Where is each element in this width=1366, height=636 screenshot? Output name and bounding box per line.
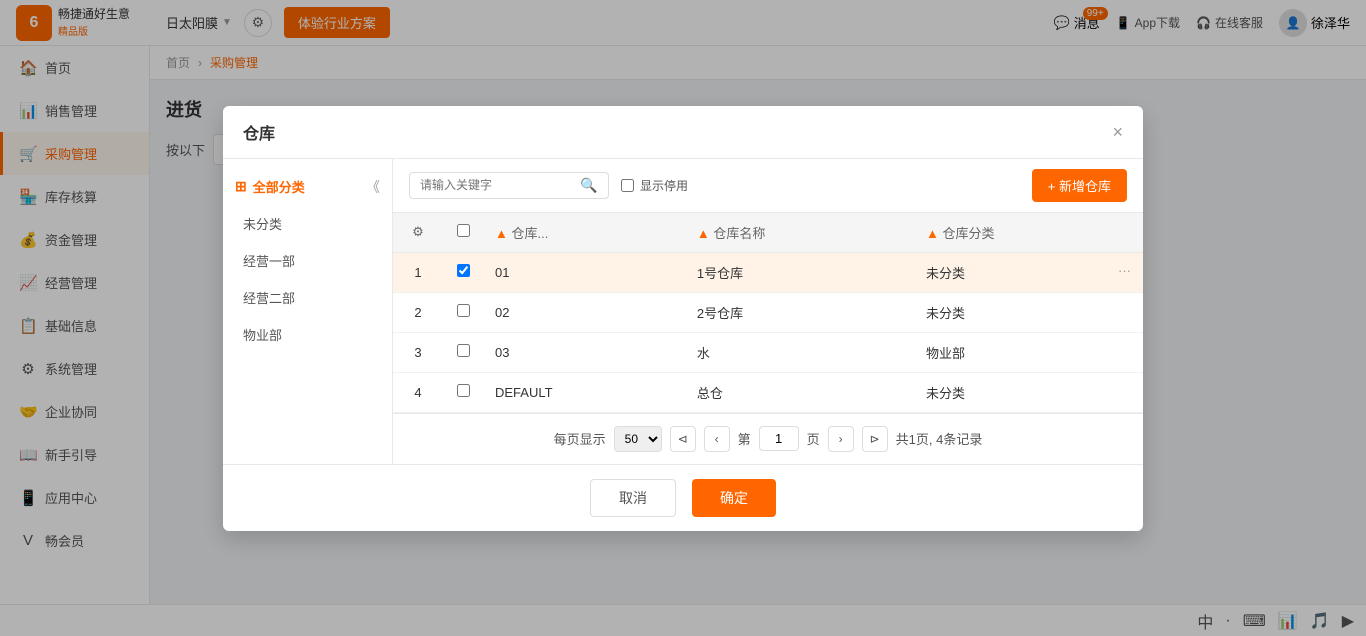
cat-item-uncategorized[interactable]: 未分类 — [223, 205, 392, 242]
warehouse-modal: 仓库 × ⊞ 全部分类 《 未分类 经营一部 经营二部 物业部 — [223, 106, 1143, 531]
td-code: 02 — [483, 292, 685, 332]
modal-body: ⊞ 全部分类 《 未分类 经营一部 经营二部 物业部 🔍 — [223, 159, 1143, 464]
gear-icon: ⚙ — [412, 224, 424, 239]
total-label: 共1页, 4条记录 — [896, 429, 983, 448]
grid-icon: ⊞ — [235, 178, 247, 195]
page-text: 第 — [738, 429, 751, 448]
table-row[interactable]: 4 DEFAULT 总仓 未分类 — [393, 372, 1143, 412]
sort-up-icon2: ▲ — [697, 226, 710, 241]
new-warehouse-button[interactable]: + 新增仓库 — [1032, 169, 1127, 202]
modal-header: 仓库 × — [223, 106, 1143, 159]
td-num: 1 — [393, 252, 443, 292]
td-category: 物业部 — [914, 332, 1143, 372]
td-name: 2号仓库 — [685, 292, 914, 332]
td-code: 03 — [483, 332, 685, 372]
select-all-checkbox[interactable] — [457, 224, 470, 237]
page-input[interactable] — [759, 426, 799, 451]
modal-footer: 取消 确定 — [223, 464, 1143, 531]
sort-up-icon3: ▲ — [926, 226, 939, 241]
th-category: ▲ 仓库分类 — [914, 213, 1143, 253]
row-checkbox[interactable] — [457, 304, 470, 317]
last-page-icon: ⊳ — [870, 432, 880, 446]
table-row[interactable]: 2 02 2号仓库 未分类 — [393, 292, 1143, 332]
cat-collapse-button[interactable]: 《 — [366, 177, 380, 197]
first-page-btn[interactable]: ⊲ — [670, 426, 696, 452]
show-disabled-checkbox[interactable] — [621, 179, 634, 192]
first-page-icon: ⊲ — [678, 432, 688, 446]
row-more-icon[interactable]: ··· — [1118, 263, 1131, 278]
category-sidebar: ⊞ 全部分类 《 未分类 经营一部 经营二部 物业部 — [223, 159, 393, 464]
search-box: 🔍 — [409, 172, 609, 199]
cat-all-label[interactable]: 全部分类 — [253, 177, 305, 196]
th-gear[interactable]: ⚙ — [393, 213, 443, 253]
td-check[interactable] — [443, 332, 483, 372]
table-row[interactable]: 3 03 水 物业部 — [393, 332, 1143, 372]
cat-title-area: ⊞ 全部分类 — [235, 177, 305, 196]
prev-page-icon: ‹ — [715, 432, 719, 446]
warehouse-table: ⚙ ▲ 仓库... ▲ — [393, 213, 1143, 413]
td-name: 总仓 — [685, 372, 914, 412]
modal-close-button[interactable]: × — [1112, 123, 1123, 141]
td-num: 4 — [393, 372, 443, 412]
search-input[interactable] — [420, 178, 580, 192]
last-page-btn[interactable]: ⊳ — [862, 426, 888, 452]
show-disabled-area[interactable]: 显示停用 — [621, 177, 688, 194]
td-code: DEFAULT — [483, 372, 685, 412]
pagination: 每页显示 50 ⊲ ‹ 第 页 › — [393, 413, 1143, 464]
td-check[interactable] — [443, 372, 483, 412]
sort-up-icon: ▲ — [495, 226, 508, 241]
th-check[interactable] — [443, 213, 483, 253]
next-page-icon: › — [839, 432, 843, 446]
table-row[interactable]: 1 01 1号仓库 未分类 ··· — [393, 252, 1143, 292]
cat-item-dept1[interactable]: 经营一部 — [223, 242, 392, 279]
per-page-label: 每页显示 — [554, 429, 606, 448]
confirm-button[interactable]: 确定 — [692, 479, 776, 517]
cat-item-dept2[interactable]: 经营二部 — [223, 279, 392, 316]
cancel-button[interactable]: 取消 — [590, 479, 676, 517]
td-name: 1号仓库 — [685, 252, 914, 292]
table-area: 🔍 显示停用 + 新增仓库 — [393, 159, 1143, 464]
row-checkbox[interactable] — [457, 344, 470, 357]
prev-page-btn[interactable]: ‹ — [704, 426, 730, 452]
per-page-select[interactable]: 50 — [614, 426, 662, 452]
row-checkbox[interactable] — [457, 384, 470, 397]
next-page-btn[interactable]: › — [828, 426, 854, 452]
cat-item-property[interactable]: 物业部 — [223, 316, 392, 353]
modal-title: 仓库 — [243, 120, 275, 144]
td-category: 未分类 — [914, 372, 1143, 412]
td-check[interactable] — [443, 252, 483, 292]
td-num: 2 — [393, 292, 443, 332]
cat-header: ⊞ 全部分类 《 — [223, 169, 392, 205]
th-code: ▲ 仓库... — [483, 213, 685, 253]
td-name: 水 — [685, 332, 914, 372]
modal-overlay: 仓库 × ⊞ 全部分类 《 未分类 经营一部 经营二部 物业部 — [0, 0, 1366, 636]
td-category: 未分类 — [914, 292, 1143, 332]
page-label: 页 — [807, 429, 820, 448]
td-num: 3 — [393, 332, 443, 372]
th-name: ▲ 仓库名称 — [685, 213, 914, 253]
show-disabled-label: 显示停用 — [640, 177, 688, 194]
td-check[interactable] — [443, 292, 483, 332]
table-toolbar: 🔍 显示停用 + 新增仓库 — [393, 159, 1143, 213]
search-icon[interactable]: 🔍 — [580, 177, 597, 194]
row-checkbox[interactable] — [457, 264, 470, 277]
data-table: ⚙ ▲ 仓库... ▲ — [393, 213, 1143, 413]
table-header-row: ⚙ ▲ 仓库... ▲ — [393, 213, 1143, 253]
td-code: 01 — [483, 252, 685, 292]
td-category: 未分类 ··· — [914, 252, 1143, 292]
